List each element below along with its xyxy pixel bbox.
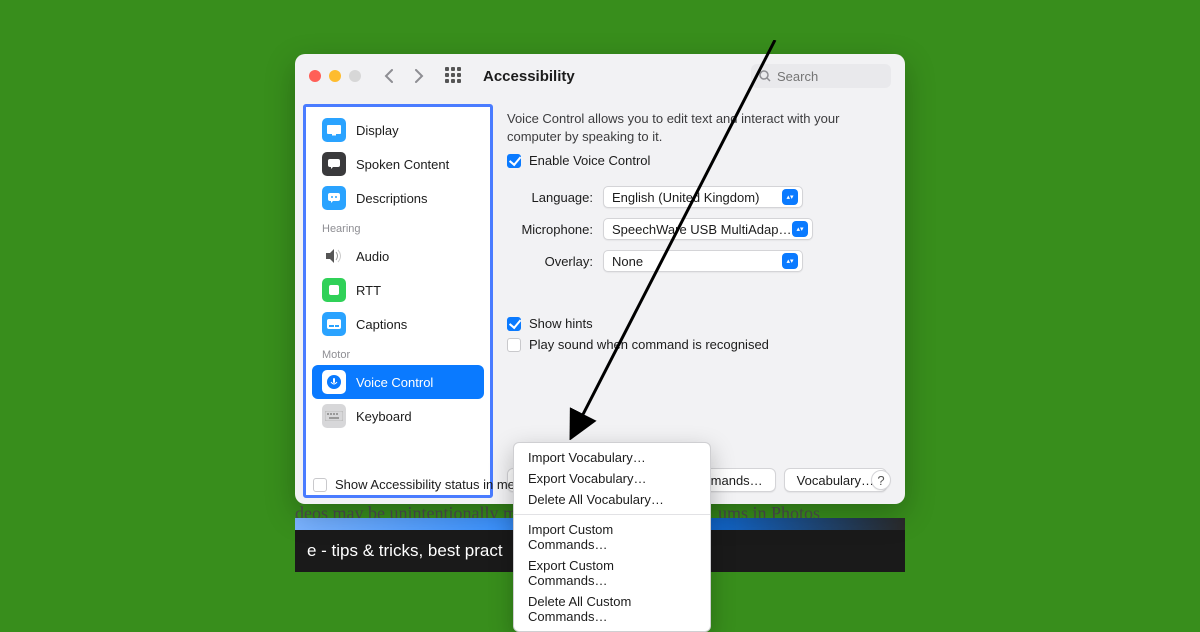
search-field[interactable] [751, 64, 891, 88]
language-label: Language: [507, 190, 603, 205]
search-input[interactable] [777, 69, 867, 84]
pane-description: Voice Control allows you to edit text an… [507, 110, 887, 145]
sidebar-item-label: Audio [356, 249, 389, 264]
sidebar-item-label: Spoken Content [356, 157, 449, 172]
checkbox-label: Play sound when command is recognised [529, 337, 769, 352]
system-prefs-window: Accessibility Display Spoken Content [295, 54, 905, 504]
menu-item-import-vocabulary[interactable]: Import Vocabulary… [514, 447, 710, 468]
checkbox-icon [507, 338, 521, 352]
enable-voice-control-checkbox[interactable]: Enable Voice Control [507, 153, 887, 168]
sidebar-item-rtt[interactable]: RTT [312, 273, 484, 307]
menu-item-export-custom-commands[interactable]: Export Custom Commands… [514, 555, 710, 591]
descriptions-icon [322, 186, 346, 210]
language-select[interactable]: English (United Kingdom) ▴▾ [603, 186, 803, 208]
menu-item-delete-all-vocabulary[interactable]: Delete All Vocabulary… [514, 489, 710, 510]
close-window-button[interactable] [309, 70, 321, 82]
sidebar-item-display[interactable]: Display [312, 113, 484, 147]
checkbox-label: Show hints [529, 316, 593, 331]
sidebar-item-captions[interactable]: Captions [312, 307, 484, 341]
menu-item-export-vocabulary[interactable]: Export Vocabulary… [514, 468, 710, 489]
select-value: English (United Kingdom) [612, 190, 759, 205]
sidebar-item-label: Captions [356, 317, 407, 332]
menu-separator [514, 514, 710, 515]
show-hints-checkbox[interactable]: Show hints [507, 316, 887, 331]
checkbox-icon [313, 478, 327, 492]
button-label: Vocabulary… [797, 473, 874, 488]
microphone-select[interactable]: SpeechWare USB MultiAdapter ▴▾ [603, 218, 813, 240]
chevron-updown-icon: ▴▾ [792, 221, 808, 237]
menu-item-import-custom-commands[interactable]: Import Custom Commands… [514, 519, 710, 555]
sidebar-item-spoken-content[interactable]: Spoken Content [312, 147, 484, 181]
speaker-icon [322, 244, 346, 268]
menu-item-delete-all-custom-commands[interactable]: Delete All Custom Commands… [514, 591, 710, 627]
keyboard-icon [322, 404, 346, 428]
nav-forward-button[interactable] [409, 66, 429, 86]
overlay-select[interactable]: None ▴▾ [603, 250, 803, 272]
microphone-label: Microphone: [507, 222, 603, 237]
voice-control-icon [322, 370, 346, 394]
chevron-updown-icon: ▴▾ [782, 253, 798, 269]
sidebar-group-motor: Motor [312, 341, 484, 365]
display-icon [322, 118, 346, 142]
more-actions-menu: Import Vocabulary… Export Vocabulary… De… [513, 442, 711, 632]
sidebar-item-label: Descriptions [356, 191, 428, 206]
select-value: SpeechWare USB MultiAdapter [612, 222, 792, 237]
checkbox-label: Enable Voice Control [529, 153, 650, 168]
minimize-window-button[interactable] [329, 70, 341, 82]
window-controls [309, 70, 361, 82]
select-value: None [612, 254, 643, 269]
play-sound-checkbox[interactable]: Play sound when command is recognised [507, 337, 887, 352]
show-accessibility-status-checkbox[interactable]: Show Accessibility status in menu [313, 477, 529, 492]
speech-bubble-icon [322, 152, 346, 176]
help-button[interactable]: ? [871, 470, 891, 490]
sidebar-item-label: RTT [356, 283, 381, 298]
sidebar-item-label: Keyboard [356, 409, 412, 424]
show-all-prefs-button[interactable] [445, 67, 463, 85]
sidebar-item-keyboard[interactable]: Keyboard [312, 399, 484, 433]
sidebar-item-audio[interactable]: Audio [312, 239, 484, 273]
sidebar-group-hearing: Hearing [312, 215, 484, 239]
chevron-updown-icon: ▴▾ [782, 189, 798, 205]
overlay-label: Overlay: [507, 254, 603, 269]
checkbox-label: Show Accessibility status in menu [335, 477, 529, 492]
captions-icon [322, 312, 346, 336]
sidebar-item-label: Display [356, 123, 399, 138]
sidebar-item-descriptions[interactable]: Descriptions [312, 181, 484, 215]
checkbox-icon [507, 154, 521, 168]
titlebar: Accessibility [295, 54, 905, 98]
checkbox-icon [507, 317, 521, 331]
window-title: Accessibility [483, 68, 575, 85]
nav-back-button[interactable] [379, 66, 399, 86]
zoom-window-button[interactable] [349, 70, 361, 82]
search-icon [759, 70, 771, 82]
sidebar: Display Spoken Content Descriptions Hear… [303, 104, 493, 498]
rtt-icon [322, 278, 346, 302]
sidebar-item-voice-control[interactable]: Voice Control [312, 365, 484, 399]
sidebar-item-label: Voice Control [356, 375, 433, 390]
